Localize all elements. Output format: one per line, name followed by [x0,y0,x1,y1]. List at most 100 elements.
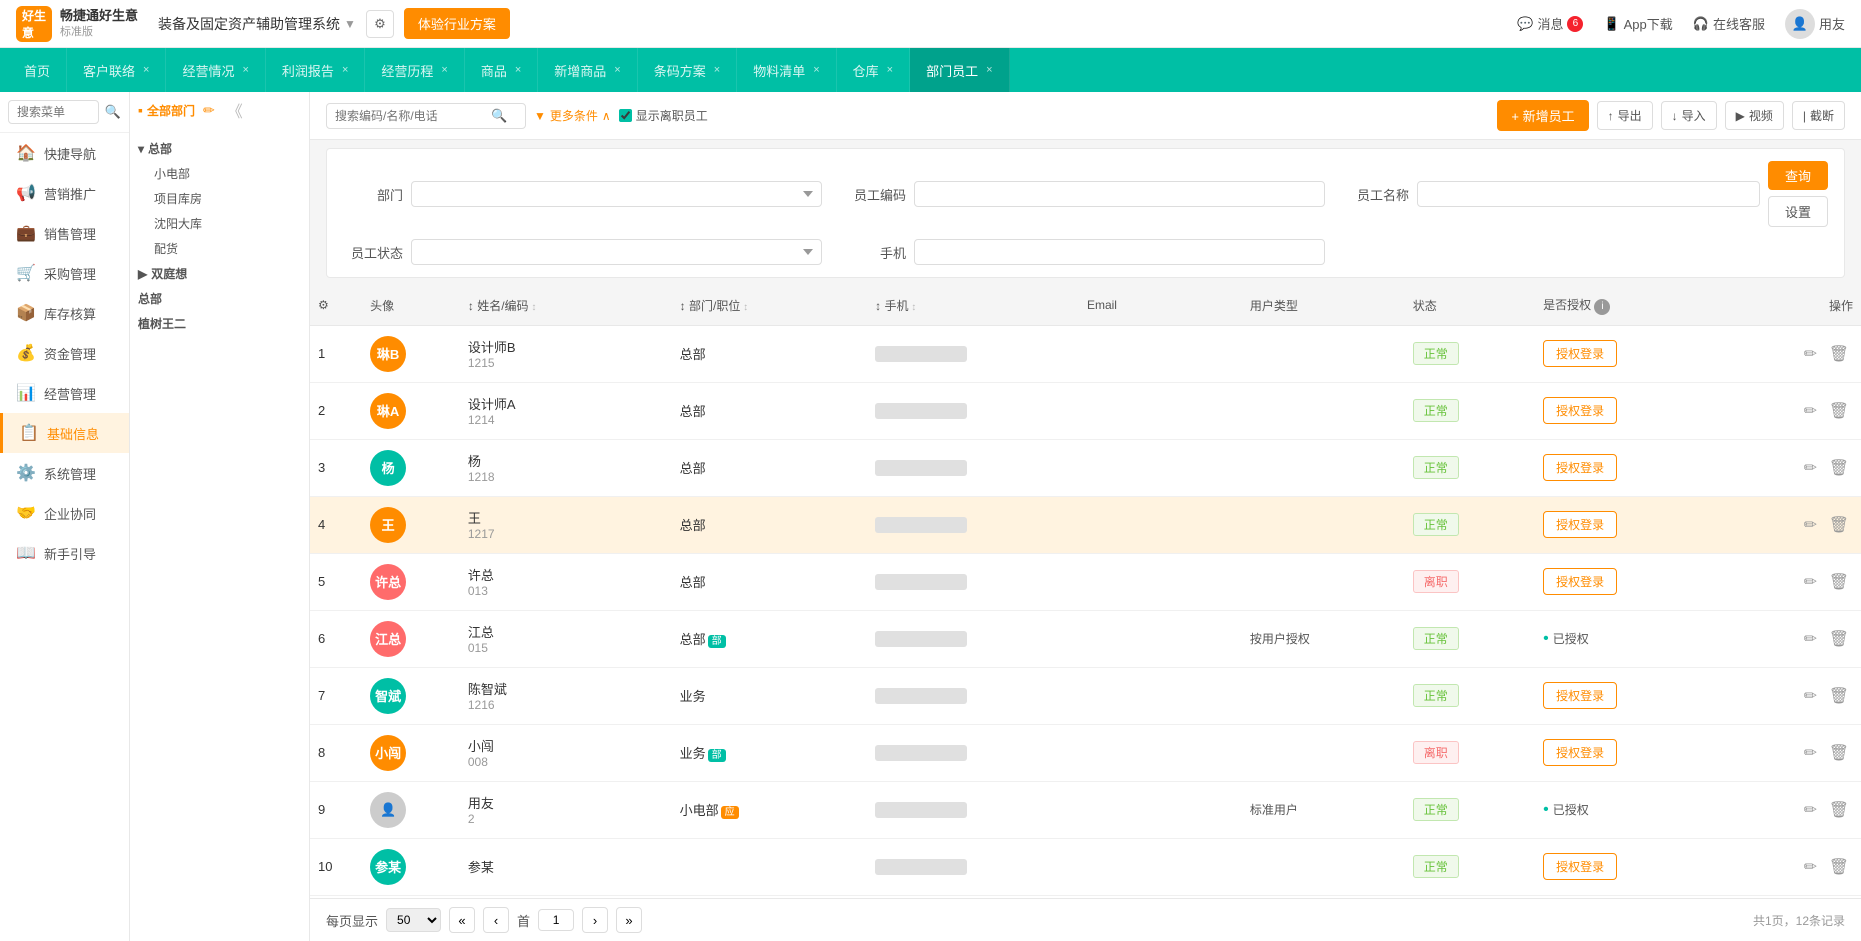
tab-history[interactable]: 经营历程 × [365,48,464,92]
add-employee-button[interactable]: + 新增员工 [1497,100,1588,131]
show-resigned-checkbox[interactable] [619,109,632,122]
dept-node-xiaodian[interactable]: 小电部 [130,161,309,186]
messages-item[interactable]: 💬 消息 6 [1517,14,1583,33]
sidebar-item-sales[interactable]: 💼 销售管理 [0,213,129,253]
edit-button[interactable]: ✏ [1800,684,1821,708]
search-input[interactable] [335,109,485,123]
filter-empcode-input[interactable] [914,181,1325,207]
page-number-input[interactable] [538,909,574,931]
auth-login-button[interactable]: 授权登录 [1543,739,1617,766]
view-button[interactable]: ▶ 视频 [1725,101,1784,130]
filter-dept-select[interactable] [411,181,822,207]
dept-node-zhishu[interactable]: 植树王二 [130,311,309,336]
sidebar-item-marketing[interactable]: 📢 营销推广 [0,173,129,213]
sidebar-item-finance[interactable]: 💰 资金管理 [0,333,129,373]
edit-button[interactable]: ✏ [1800,342,1821,366]
tab-profit[interactable]: 利润报告 × [266,48,365,92]
delete-button[interactable]: 🗑 [1825,342,1853,366]
auth-login-button[interactable]: 授权登录 [1543,397,1617,424]
filter-phone-input[interactable] [914,239,1325,265]
user-item[interactable]: 👤 用友 [1785,9,1845,39]
tab-operation[interactable]: 经营情况 × [166,48,265,92]
delete-button[interactable]: 🗑 [1825,741,1853,765]
settings-icon[interactable]: ⚙ [366,10,394,38]
last-page-button[interactable]: » [616,907,642,933]
dept-node-zongbu2[interactable]: 总部 [130,286,309,311]
delete-button[interactable]: 🗑 [1825,627,1853,651]
support-item[interactable]: 🎧 在线客服 [1693,14,1765,33]
tab-close-warehouse[interactable]: × [887,64,893,76]
auth-info-icon[interactable]: i [1594,299,1610,315]
dept-node-shenyang[interactable]: 沈阳大库 [130,211,309,236]
col-dept[interactable]: ↕ 部门/职位 [672,286,868,325]
auth-login-button[interactable]: 授权登录 [1543,853,1617,880]
next-page-button[interactable]: › [582,907,608,933]
tab-close-profit[interactable]: × [342,64,348,76]
tab-close-department[interactable]: × [986,64,992,76]
edit-button[interactable]: ✏ [1800,570,1821,594]
app-download-item[interactable]: 📱 App下载 [1603,14,1672,33]
edit-button[interactable]: ✏ [1800,798,1821,822]
delete-button[interactable]: 🗑 [1825,513,1853,537]
sidebar-item-business[interactable]: 📊 经营管理 [0,373,129,413]
auth-login-button[interactable]: 授权登录 [1543,568,1617,595]
tab-close-history[interactable]: × [441,64,447,76]
tab-warehouse[interactable]: 仓库 × [837,48,910,92]
more-button[interactable]: | 截断 [1792,101,1845,130]
trial-button[interactable]: 体验行业方案 [404,8,510,39]
delete-button[interactable]: 🗑 [1825,684,1853,708]
delete-button[interactable]: 🗑 [1825,798,1853,822]
edit-button[interactable]: ✏ [1800,855,1821,879]
dept-edit-icon[interactable]: ✏ [199,102,219,119]
tab-close-add-goods[interactable]: × [614,64,620,76]
delete-button[interactable]: 🗑 [1825,855,1853,879]
dept-node-peihuo[interactable]: 配货 [130,236,309,261]
setup-button[interactable]: 设置 [1768,196,1828,227]
dept-tree-header[interactable]: ▪ 全部部门 ✏ 《 [130,92,309,128]
sidebar-item-collab[interactable]: 🤝 企业协同 [0,493,129,533]
first-page-button[interactable]: « [449,907,475,933]
tab-barcode[interactable]: 条码方案 × [638,48,737,92]
dept-collapse-icon[interactable]: 《 [223,98,247,122]
more-filter-btn[interactable]: ▼ 更多条件 ∧ [534,107,611,124]
tab-close-barcode[interactable]: × [714,64,720,76]
sidebar-item-purchase[interactable]: 🛒 采购管理 [0,253,129,293]
filter-status-select[interactable] [411,239,822,265]
col-settings[interactable]: ⚙ [310,286,362,325]
export-button[interactable]: ↑ 导出 [1597,101,1653,130]
sidebar-item-basic[interactable]: 📋 基础信息 [0,413,129,453]
show-resigned-toggle[interactable]: 显示离职员工 [619,107,708,124]
edit-button[interactable]: ✏ [1800,741,1821,765]
auth-login-button[interactable]: 授权登录 [1543,454,1617,481]
import-button[interactable]: ↓ 导入 [1661,101,1717,130]
sidebar-item-inventory[interactable]: 📦 库存核算 [0,293,129,333]
dept-node-shuangting[interactable]: ▶ 双庭想 [130,261,309,286]
auth-login-button[interactable]: 授权登录 [1543,682,1617,709]
tab-home[interactable]: 首页 [8,48,67,92]
filter-empname-input[interactable] [1417,181,1760,207]
tab-goods[interactable]: 商品 × [465,48,538,92]
delete-button[interactable]: 🗑 [1825,399,1853,423]
sidebar-item-guide[interactable]: 📖 新手引导 [0,533,129,573]
edit-button[interactable]: ✏ [1800,399,1821,423]
sidebar-item-quicknav[interactable]: 🏠 快捷导航 [0,133,129,173]
col-phone[interactable]: ↕ 手机 [867,286,1079,325]
tab-close-goods[interactable]: × [515,64,521,76]
tab-close-operation[interactable]: × [242,64,248,76]
edit-button[interactable]: ✏ [1800,627,1821,651]
sidebar-item-system[interactable]: ⚙️ 系统管理 [0,453,129,493]
col-name[interactable]: ↕ 姓名/编码 [460,286,672,325]
delete-button[interactable]: 🗑 [1825,456,1853,480]
edit-button[interactable]: ✏ [1800,513,1821,537]
tab-close-customer[interactable]: × [143,64,149,76]
edit-button[interactable]: ✏ [1800,456,1821,480]
delete-button[interactable]: 🗑 [1825,570,1853,594]
sidebar-search-input[interactable] [8,100,99,124]
tab-customer[interactable]: 客户联络 × [67,48,166,92]
per-page-select[interactable]: 50 100 200 [386,908,441,932]
tab-bom[interactable]: 物料清单 × [737,48,836,92]
prev-page-button[interactable]: ‹ [483,907,509,933]
auth-login-button[interactable]: 授权登录 [1543,511,1617,538]
query-button[interactable]: 查询 [1768,161,1828,190]
system-title-dropdown[interactable]: ▼ [344,17,356,31]
